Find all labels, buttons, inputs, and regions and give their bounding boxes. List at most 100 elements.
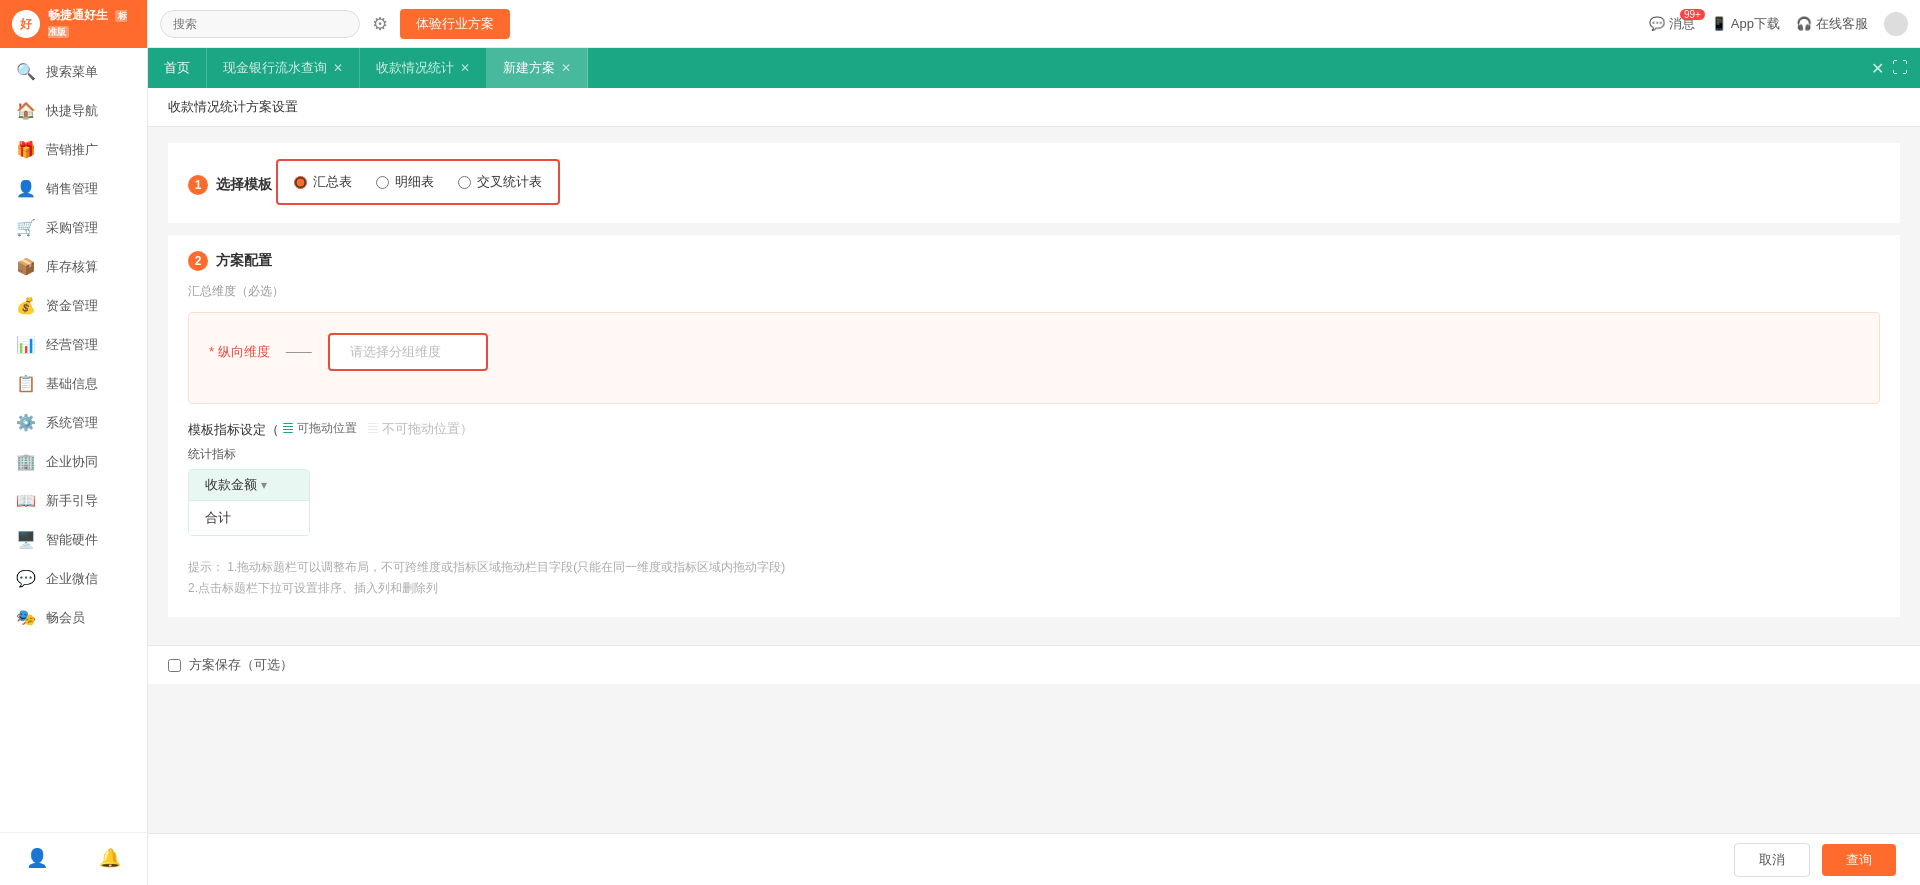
radio-summary-input[interactable] (294, 176, 307, 189)
notification-btn[interactable]: 💬 消息 99+ (1649, 15, 1695, 33)
sidebar-bottom: 👤 🔔 (0, 832, 147, 885)
building-icon: 🏢 (16, 452, 36, 471)
headset-icon: 🎧 (1796, 16, 1812, 31)
query-button[interactable]: 查询 (1822, 844, 1896, 876)
tab-new-plan-close[interactable]: ✕ (561, 61, 571, 75)
dim-label: 汇总维度（必选） (188, 283, 1880, 300)
content-area: 收款情况统计方案设置 1 选择模板 汇总表 (148, 88, 1920, 833)
metrics-table: 收款金额 ▾ 合计 (188, 469, 310, 536)
chat-icon: 💬 (16, 569, 36, 588)
tab-stats[interactable]: 收款情况统计 ✕ (360, 48, 487, 88)
clipboard-icon: 📋 (16, 374, 36, 393)
sidebar-nav: 🔍 搜索菜单 🏠 快捷导航 🎁 营销推广 👤 销售管理 🛒 采购管理 📦 库存核… (0, 48, 147, 832)
sidebar-item-beginner[interactable]: 📖 新手引导 (0, 481, 147, 520)
monitor-icon: 🖥️ (16, 530, 36, 549)
tabbar: 首页 现金银行流水查询 ✕ 收款情况统计 ✕ 新建方案 ✕ ✕ ⛶ (148, 48, 1920, 88)
box-icon: 📦 (16, 257, 36, 276)
user-avatar[interactable] (1884, 12, 1908, 36)
sidebar-item-marketing[interactable]: 🎁 营销推广 (0, 130, 147, 169)
sidebar: 好 畅捷通好生 标准版 🔍 搜索菜单 🏠 快捷导航 🎁 营销推广 👤 销售管理 … (0, 0, 148, 885)
tab-stats-close[interactable]: ✕ (460, 61, 470, 75)
topbar-right: 💬 消息 99+ 📱 App下载 🎧 在线客服 (1649, 12, 1908, 36)
sidebar-item-operation[interactable]: 📊 经营管理 (0, 325, 147, 364)
save-plan-checkbox[interactable] (168, 659, 181, 672)
cart-icon: 🛒 (16, 218, 36, 237)
app-download-btn[interactable]: 📱 App下载 (1711, 15, 1780, 33)
no-drag-handle-icon (368, 423, 378, 433)
mobile-icon: 📱 (1711, 16, 1727, 31)
sidebar-item-system[interactable]: ⚙️ 系统管理 (0, 403, 147, 442)
sidebar-item-sales[interactable]: 👤 销售管理 (0, 169, 147, 208)
tab-bank[interactable]: 现金银行流水查询 ✕ (207, 48, 360, 88)
metrics-label-text: 模板指标设定（ 可拖动位置 不可拖动位置） (188, 420, 473, 439)
radio-detail[interactable]: 明细表 (376, 173, 434, 191)
logo-icon: 好 (12, 10, 40, 38)
sidebar-item-basic-info[interactable]: 📋 基础信息 (0, 364, 147, 403)
sidebar-item-wechat[interactable]: 💬 企业微信 (0, 559, 147, 598)
tab-new-plan[interactable]: 新建方案 ✕ (487, 48, 588, 88)
home-icon: 🏠 (16, 101, 36, 120)
sidebar-item-purchase[interactable]: 🛒 采购管理 (0, 208, 147, 247)
radio-cross[interactable]: 交叉统计表 (458, 173, 542, 191)
template-options: 汇总表 明细表 交叉统计表 (276, 159, 560, 205)
sidebar-bottom-user[interactable]: 👤 (20, 841, 54, 877)
page-body: 1 选择模板 汇总表 明细表 (148, 127, 1920, 645)
drag-handle-icon (283, 423, 293, 433)
metrics-table-header[interactable]: 收款金额 ▾ (189, 470, 309, 501)
settings-icon[interactable]: ⚙ (372, 13, 388, 35)
draggable-badge: 可拖动位置 (283, 420, 357, 437)
radio-cross-input[interactable] (458, 176, 471, 189)
step2-label: 2 方案配置 (188, 251, 272, 271)
sidebar-item-member[interactable]: 🎭 畅会员 (0, 598, 147, 637)
sidebar-item-quick-nav[interactable]: 🏠 快捷导航 (0, 91, 147, 130)
metrics-section: 模板指标设定（ 可拖动位置 不可拖动位置） (188, 420, 1880, 598)
avatar-placeholder (1884, 12, 1908, 36)
bottom-bar: 取消 查询 (148, 833, 1920, 885)
page-header: 收款情况统计方案设置 (148, 88, 1920, 127)
topbar: ⚙ 体验行业方案 💬 消息 99+ 📱 App下载 🎧 在线客服 (148, 0, 1920, 48)
cancel-button[interactable]: 取消 (1734, 843, 1810, 877)
vertical-dim-row: * 纵向维度 —— 请选择分组维度 (209, 333, 1859, 371)
dim-placeholder[interactable]: 请选择分组维度 (328, 333, 488, 371)
footer-section: 方案保存（可选） (148, 645, 1920, 684)
radio-summary[interactable]: 汇总表 (294, 173, 352, 191)
stats-label: 统计指标 (188, 446, 310, 463)
member-icon: 🎭 (16, 608, 36, 627)
tab-expand-icon[interactable]: ⛶ (1892, 59, 1908, 77)
arrow-icon: —— (286, 344, 312, 359)
radio-group: 汇总表 明细表 交叉统计表 (294, 173, 542, 191)
tab-actions: ✕ ⛶ (1871, 59, 1920, 78)
metrics-label-row: 模板指标设定（ 可拖动位置 不可拖动位置） (188, 420, 1880, 439)
step1-label: 1 选择模板 (188, 175, 272, 195)
sidebar-item-inventory[interactable]: 📦 库存核算 (0, 247, 147, 286)
tab-minimize-icon[interactable]: ✕ (1871, 59, 1884, 78)
sidebar-item-capital[interactable]: 💰 资金管理 (0, 286, 147, 325)
message-icon: 💬 (1649, 16, 1665, 31)
sidebar-logo: 好 畅捷通好生 标准版 (0, 0, 147, 48)
industry-btn[interactable]: 体验行业方案 (400, 9, 510, 39)
hints: 提示： 1.拖动标题栏可以调整布局，不可跨维度或指标区域拖动栏目字段(只能在同一… (188, 559, 1880, 597)
search-input[interactable] (160, 10, 360, 38)
gear-icon: ⚙️ (16, 413, 36, 432)
main-area: ⚙ 体验行业方案 💬 消息 99+ 📱 App下载 🎧 在线客服 首页 (148, 0, 1920, 885)
sidebar-item-enterprise[interactable]: 🏢 企业协同 (0, 442, 147, 481)
tab-bank-close[interactable]: ✕ (333, 61, 343, 75)
support-btn[interactable]: 🎧 在线客服 (1796, 15, 1868, 33)
step2-section: 2 方案配置 汇总维度（必选） * 纵向维度 —— 请选择分组维度 (168, 235, 1900, 618)
step1-section: 1 选择模板 汇总表 明细表 (168, 143, 1900, 223)
search-icon: 🔍 (16, 62, 36, 81)
radio-detail-input[interactable] (376, 176, 389, 189)
tab-home[interactable]: 首页 (148, 48, 207, 88)
chevron-down-icon: ▾ (261, 478, 267, 492)
logo-text: 畅捷通好生 标准版 (48, 8, 135, 39)
book-icon: 📖 (16, 491, 36, 510)
sidebar-bottom-notif[interactable]: 🔔 (93, 841, 127, 877)
sidebar-item-search-menu[interactable]: 🔍 搜索菜单 (0, 52, 147, 91)
metrics-tables: 统计指标 收款金额 ▾ 合计 (188, 446, 1880, 539)
sidebar-item-hardware[interactable]: 🖥️ 智能硬件 (0, 520, 147, 559)
metrics-table-cell: 合计 (189, 501, 309, 535)
bell-bottom-icon: 🔔 (99, 847, 121, 869)
non-draggable-badge: 不可拖动位置） (368, 421, 473, 436)
user-bottom-icon: 👤 (26, 847, 48, 869)
chart-icon: 📊 (16, 335, 36, 354)
